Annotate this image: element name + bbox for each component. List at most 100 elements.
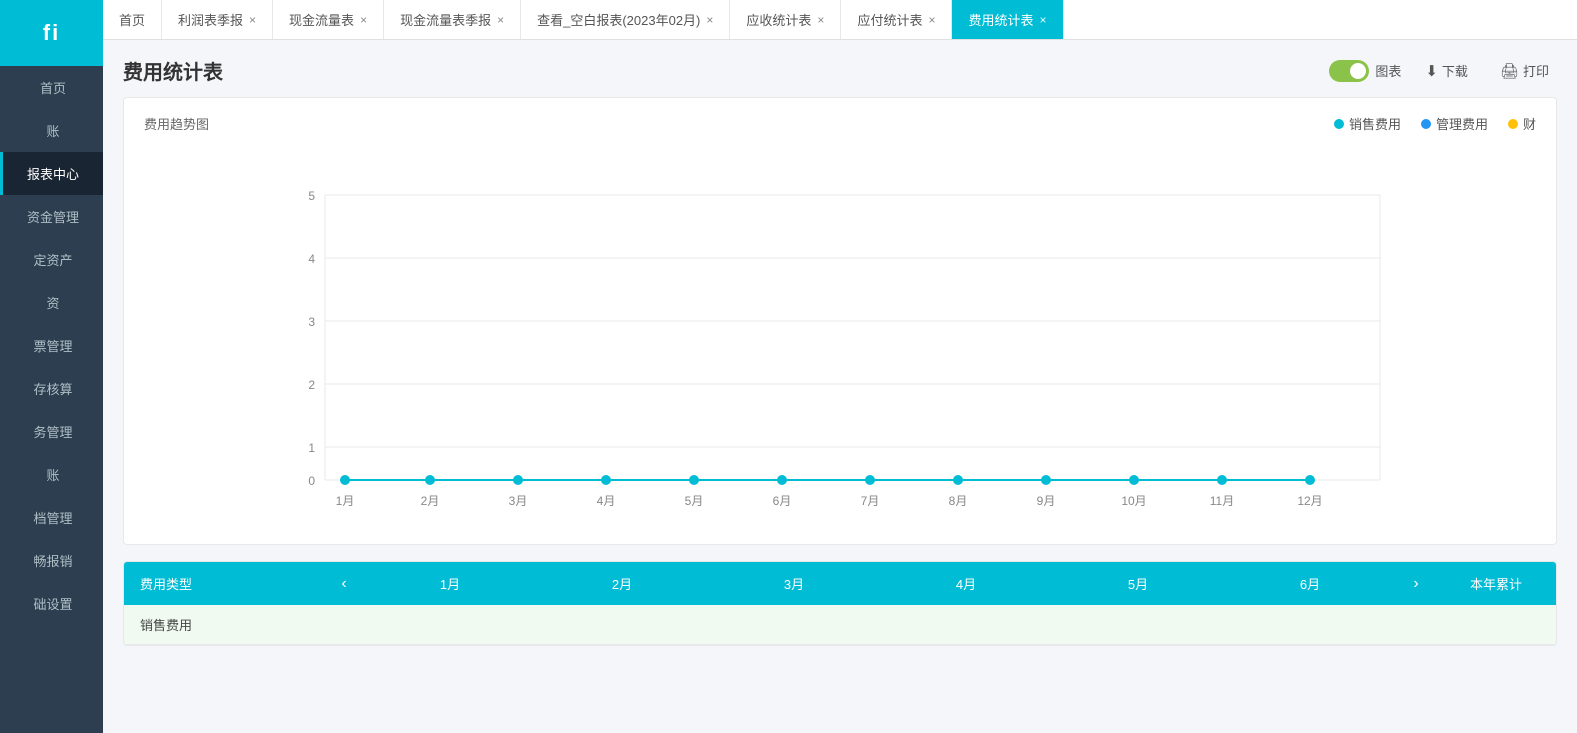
sidebar-item-file-mgmt[interactable]: 档管理 [0, 496, 103, 539]
sidebar: fi 首页 账 报表中心 资金管理 定资产 资 票管理 存核算 务管理 账 档管… [0, 0, 103, 733]
tab-receivable-stats-close[interactable]: × [817, 13, 824, 27]
th-month-6: 6月 [1224, 562, 1396, 605]
download-icon: ⬇ [1425, 62, 1438, 80]
td-type: 销售费用 [124, 605, 324, 644]
download-label: 下载 [1442, 61, 1468, 80]
svg-text:9月: 9月 [1037, 494, 1056, 508]
svg-text:4月: 4月 [597, 494, 616, 508]
tab-payable-stats-label: 应付统计表 [857, 10, 922, 29]
tab-cashflow-quarterly-label: 现金流量表季报 [400, 10, 491, 29]
legend-finance-expense: 财 [1508, 114, 1536, 133]
legend-dot-finance [1508, 119, 1518, 129]
page-title: 费用统计表 [123, 56, 223, 85]
sidebar-item-ticket-mgmt[interactable]: 票管理 [0, 324, 103, 367]
download-button[interactable]: ⬇ 下载 [1417, 57, 1476, 84]
trend-chart: 5 4 3 2 1 0 [144, 145, 1536, 525]
th-month-3: 3月 [708, 562, 880, 605]
sidebar-item-account[interactable]: 账 [0, 109, 103, 152]
tab-profit-quarterly-close[interactable]: × [249, 13, 256, 27]
sidebar-item-investment[interactable]: 资 [0, 281, 103, 324]
sidebar-item-ledger[interactable]: 账 [0, 453, 103, 496]
sidebar-item-fixed-assets[interactable]: 定资产 [0, 238, 103, 281]
svg-text:12月: 12月 [1297, 494, 1322, 508]
sidebar-item-inventory[interactable]: 存核算 [0, 367, 103, 410]
sidebar-scroll: 首页 账 报表中心 资金管理 定资产 资 票管理 存核算 务管理 账 档管理 畅… [0, 66, 103, 733]
td-m2 [536, 605, 708, 644]
tab-cashflow[interactable]: 现金流量表 × [273, 0, 384, 40]
chart-legend: 销售费用 管理费用 财 [1334, 114, 1536, 133]
sidebar-item-service-mgmt[interactable]: 务管理 [0, 410, 103, 453]
legend-sales-expense: 销售费用 [1334, 114, 1401, 133]
tab-cashflow-quarterly-close[interactable]: × [497, 13, 504, 27]
page-header: 费用统计表 图表 ⬇ 下载 🖨 打印 [123, 56, 1557, 85]
th-nav-prev[interactable]: ‹ [324, 562, 364, 605]
td-m5 [1052, 605, 1224, 644]
tab-home-label: 首页 [119, 10, 145, 29]
tab-cashflow-quarterly[interactable]: 现金流量表季报 × [384, 0, 521, 40]
td-ytd [1436, 605, 1556, 644]
th-nav-next[interactable]: › [1396, 562, 1436, 605]
tab-bar: 首页 利润表季报 × 现金流量表 × 现金流量表季报 × 查看_空白报表(202… [103, 0, 1577, 40]
th-type: 费用类型 [124, 562, 324, 605]
svg-text:3月: 3月 [509, 494, 528, 508]
page-body: 费用统计表 图表 ⬇ 下载 🖨 打印 费用趋势图 [103, 40, 1577, 733]
td-m6 [1224, 605, 1396, 644]
td-m3 [708, 605, 880, 644]
print-button[interactable]: 🖨 打印 [1492, 57, 1557, 84]
svg-text:10月: 10月 [1121, 494, 1146, 508]
data-table-wrap: 费用类型 ‹ 1月 2月 3月 4月 5月 6月 › 本年累计 销售费用 [123, 561, 1557, 646]
tab-blank-report-label: 查看_空白报表(2023年02月) [537, 10, 700, 29]
td-m4 [880, 605, 1052, 644]
tab-expense-stats-close[interactable]: × [1039, 13, 1046, 27]
svg-text:5: 5 [308, 189, 315, 203]
chart-toggle[interactable] [1329, 60, 1369, 82]
th-month-2: 2月 [536, 562, 708, 605]
chart-toggle-label: 图表 [1375, 61, 1401, 80]
sidebar-item-home[interactable]: 首页 [0, 66, 103, 109]
svg-text:6月: 6月 [773, 494, 792, 508]
tab-receivable-stats-label: 应收统计表 [746, 10, 811, 29]
svg-text:2月: 2月 [421, 494, 440, 508]
svg-text:0: 0 [308, 474, 315, 488]
legend-label-admin: 管理费用 [1436, 114, 1488, 133]
td-m1 [364, 605, 536, 644]
sidebar-item-report-center[interactable]: 报表中心 [0, 152, 103, 195]
tab-cashflow-label: 现金流量表 [289, 10, 354, 29]
sidebar-item-basic-settings[interactable]: 础设置 [0, 582, 103, 625]
tab-blank-report-close[interactable]: × [706, 13, 713, 27]
svg-text:8月: 8月 [949, 494, 968, 508]
tab-receivable-stats[interactable]: 应收统计表 × [730, 0, 841, 40]
th-month-5: 5月 [1052, 562, 1224, 605]
legend-dot-admin [1421, 119, 1431, 129]
tab-home[interactable]: 首页 [103, 0, 162, 40]
th-ytd: 本年累计 [1436, 562, 1556, 605]
header-actions: 图表 ⬇ 下载 🖨 打印 [1329, 57, 1557, 84]
svg-text:5月: 5月 [685, 494, 704, 508]
tab-payable-stats[interactable]: 应付统计表 × [841, 0, 952, 40]
svg-text:3: 3 [308, 315, 315, 329]
main-content: 首页 利润表季报 × 现金流量表 × 现金流量表季报 × 查看_空白报表(202… [103, 0, 1577, 733]
legend-label-finance: 财 [1523, 114, 1536, 133]
legend-admin-expense: 管理费用 [1421, 114, 1488, 133]
sidebar-item-fund-mgmt[interactable]: 资金管理 [0, 195, 103, 238]
tab-cashflow-close[interactable]: × [360, 13, 367, 27]
sidebar-item-returns[interactable]: 畅报销 [0, 539, 103, 582]
tab-profit-quarterly[interactable]: 利润表季报 × [162, 0, 273, 40]
tab-expense-stats[interactable]: 费用统计表 × [952, 0, 1063, 40]
tab-profit-quarterly-label: 利润表季报 [178, 10, 243, 29]
table-header-row: 费用类型 ‹ 1月 2月 3月 4月 5月 6月 › 本年累计 [124, 562, 1556, 605]
svg-text:1: 1 [308, 441, 315, 455]
th-month-4: 4月 [880, 562, 1052, 605]
th-month-1: 1月 [364, 562, 536, 605]
tab-expense-stats-label: 费用统计表 [968, 10, 1033, 29]
chart-title-row: 费用趋势图 销售费用 管理费用 财 [144, 114, 1536, 133]
legend-label-sales: 销售费用 [1349, 114, 1401, 133]
table-row: 销售费用 [124, 605, 1556, 645]
svg-text:11月: 11月 [1210, 494, 1234, 508]
tab-payable-stats-close[interactable]: × [928, 13, 935, 27]
chart-svg-wrap: 5 4 3 2 1 0 [144, 145, 1536, 528]
legend-dot-sales [1334, 119, 1344, 129]
chart-title: 费用趋势图 [144, 114, 209, 133]
tab-blank-report[interactable]: 查看_空白报表(2023年02月) × [521, 0, 730, 40]
svg-text:7月: 7月 [861, 494, 880, 508]
